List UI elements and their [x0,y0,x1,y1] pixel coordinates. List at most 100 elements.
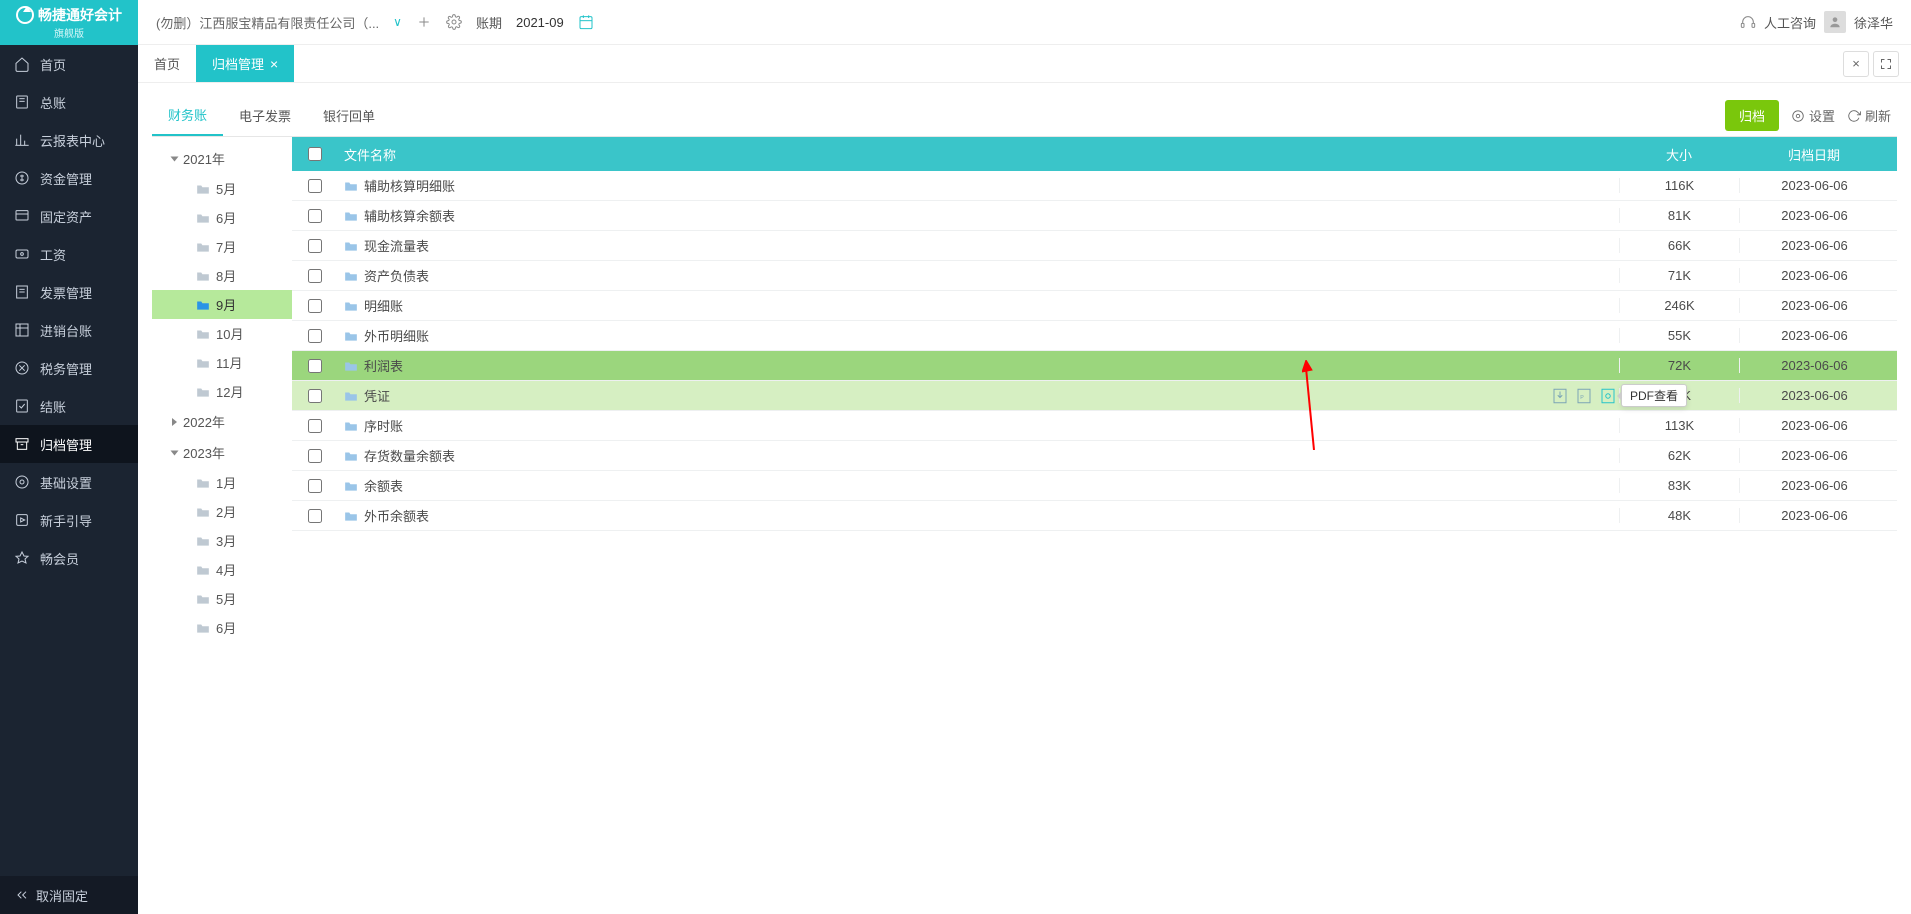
col-date: 归档日期 [1739,145,1889,164]
table-row[interactable]: 存货数量余额表 62K 2023-06-06 [292,441,1897,471]
table-row[interactable]: 外币明细账 55K 2023-06-06 [292,321,1897,351]
person-icon [1828,15,1842,29]
tree-month[interactable]: 5月 [152,584,292,613]
row-checkbox[interactable] [308,449,322,463]
nav-salary[interactable]: 工资 [0,235,138,273]
calendar-icon[interactable] [578,14,594,30]
file-size: 71K [1619,268,1739,283]
row-checkbox[interactable] [308,179,322,193]
file-name: 辅助核算明细账 [364,176,455,195]
fullscreen-button[interactable] [1873,51,1899,77]
period-value[interactable]: 2021-09 [516,15,564,30]
username[interactable]: 徐泽华 [1854,13,1893,32]
gear-icon[interactable] [446,14,462,30]
nav-asset[interactable]: 固定资产 [0,197,138,235]
nav-guide[interactable]: 新手引导 [0,501,138,539]
headset-icon[interactable] [1740,14,1756,30]
tree-month[interactable]: 9月 [152,290,292,319]
tree-month[interactable]: 7月 [152,232,292,261]
file-table: 文件名称 大小 归档日期 辅助核算明细账 116K 2023-06-06 辅助核… [292,137,1897,914]
nav-invoice[interactable]: 发票管理 [0,273,138,311]
table-row[interactable]: 外币余额表 48K 2023-06-06 [292,501,1897,531]
folder-icon [344,300,358,312]
table-row[interactable]: 辅助核算余额表 81K 2023-06-06 [292,201,1897,231]
view-pdf-icon[interactable] [1599,387,1617,405]
chevron-down-icon[interactable]: ∨ [393,15,402,29]
tree-year[interactable]: 2022年 [152,406,292,437]
nav-home[interactable]: 首页 [0,45,138,83]
table-row[interactable]: 余额表 83K 2023-06-06 [292,471,1897,501]
topbar: (勿删）江西服宝精品有限责任公司（... ∨ 账期 2021-09 人工咨询 徐… [138,0,1911,45]
content: 财务账 电子发票 银行回单 归档 设置 刷新 2021年5月6月7月8月9月10… [138,83,1911,914]
row-checkbox[interactable] [308,299,322,313]
refresh-link[interactable]: 刷新 [1847,106,1891,125]
folder-icon [196,328,210,340]
tree-month[interactable]: 8月 [152,261,292,290]
tree-month[interactable]: 11月 [152,348,292,377]
stock-icon [14,322,30,338]
subtab-bank[interactable]: 银行回单 [307,96,391,135]
nav-stock[interactable]: 进销台账 [0,311,138,349]
table-row[interactable]: 现金流量表 66K 2023-06-06 [292,231,1897,261]
archive-date: 2023-06-06 [1739,508,1889,523]
consult-link[interactable]: 人工咨询 [1764,13,1816,32]
file-size: 116K [1619,178,1739,193]
tree-month[interactable]: 4月 [152,555,292,584]
tree-year[interactable]: 2023年 [152,437,292,468]
refresh-icon [1847,109,1861,123]
plus-icon[interactable] [416,14,432,30]
tree-month[interactable]: 12月 [152,377,292,406]
settings-link[interactable]: 设置 [1791,106,1835,125]
nav-fund[interactable]: 资金管理 [0,159,138,197]
table-row[interactable]: 凭证 P PDF查看 53K 2023-06-06 [292,381,1897,411]
table-row[interactable]: 序时账 113K 2023-06-06 [292,411,1897,441]
tree-month[interactable]: 6月 [152,613,292,642]
row-checkbox[interactable] [308,389,322,403]
nav-tax[interactable]: 税务管理 [0,349,138,387]
row-checkbox[interactable] [308,269,322,283]
year-tree: 2021年5月6月7月8月9月10月11月12月2022年2023年1月2月3月… [152,137,292,914]
nav-archive[interactable]: 归档管理 [0,425,138,463]
row-checkbox[interactable] [308,479,322,493]
table-row[interactable]: 明细账 246K 2023-06-06 [292,291,1897,321]
nav-label: 结账 [40,397,66,416]
subtab-einvoice[interactable]: 电子发票 [223,96,307,135]
close-all-tabs-button[interactable]: × [1843,51,1869,77]
sidebar-footer-label: 取消固定 [36,886,88,905]
nav-member[interactable]: 畅会员 [0,539,138,577]
archive-date: 2023-06-06 [1739,478,1889,493]
tree-month[interactable]: 5月 [152,174,292,203]
tree-month[interactable]: 2月 [152,497,292,526]
row-checkbox[interactable] [308,209,322,223]
tree-month[interactable]: 6月 [152,203,292,232]
download-pdf-icon[interactable]: P [1575,387,1593,405]
tab-home[interactable]: 首页 [138,45,196,82]
nav-close-book[interactable]: 结账 [0,387,138,425]
row-checkbox[interactable] [308,239,322,253]
table-row[interactable]: 利润表 72K 2023-06-06 [292,351,1897,381]
subtab-finance[interactable]: 财务账 [152,95,223,136]
archive-button[interactable]: 归档 [1725,100,1779,131]
select-all-checkbox[interactable] [308,147,322,161]
sidebar-unpin[interactable]: 取消固定 [0,876,138,914]
tree-month[interactable]: 1月 [152,468,292,497]
table-row[interactable]: 辅助核算明细账 116K 2023-06-06 [292,171,1897,201]
avatar[interactable] [1824,11,1846,33]
company-selector[interactable]: (勿删）江西服宝精品有限责任公司（... [156,13,379,32]
row-checkbox[interactable] [308,329,322,343]
tree-year[interactable]: 2021年 [152,143,292,174]
download-excel-icon[interactable] [1551,387,1569,405]
row-checkbox[interactable] [308,359,322,373]
table-row[interactable]: 资产负债表 71K 2023-06-06 [292,261,1897,291]
row-checkbox[interactable] [308,419,322,433]
nav-settings[interactable]: 基础设置 [0,463,138,501]
nav-ledger[interactable]: 总账 [0,83,138,121]
archive-date: 2023-06-06 [1739,298,1889,313]
tree-month[interactable]: 3月 [152,526,292,555]
folder-icon [196,357,210,369]
row-checkbox[interactable] [308,509,322,523]
close-icon[interactable]: × [270,56,278,72]
tab-archive[interactable]: 归档管理 × [196,45,294,82]
nav-chart[interactable]: 云报表中心 [0,121,138,159]
tree-month[interactable]: 10月 [152,319,292,348]
